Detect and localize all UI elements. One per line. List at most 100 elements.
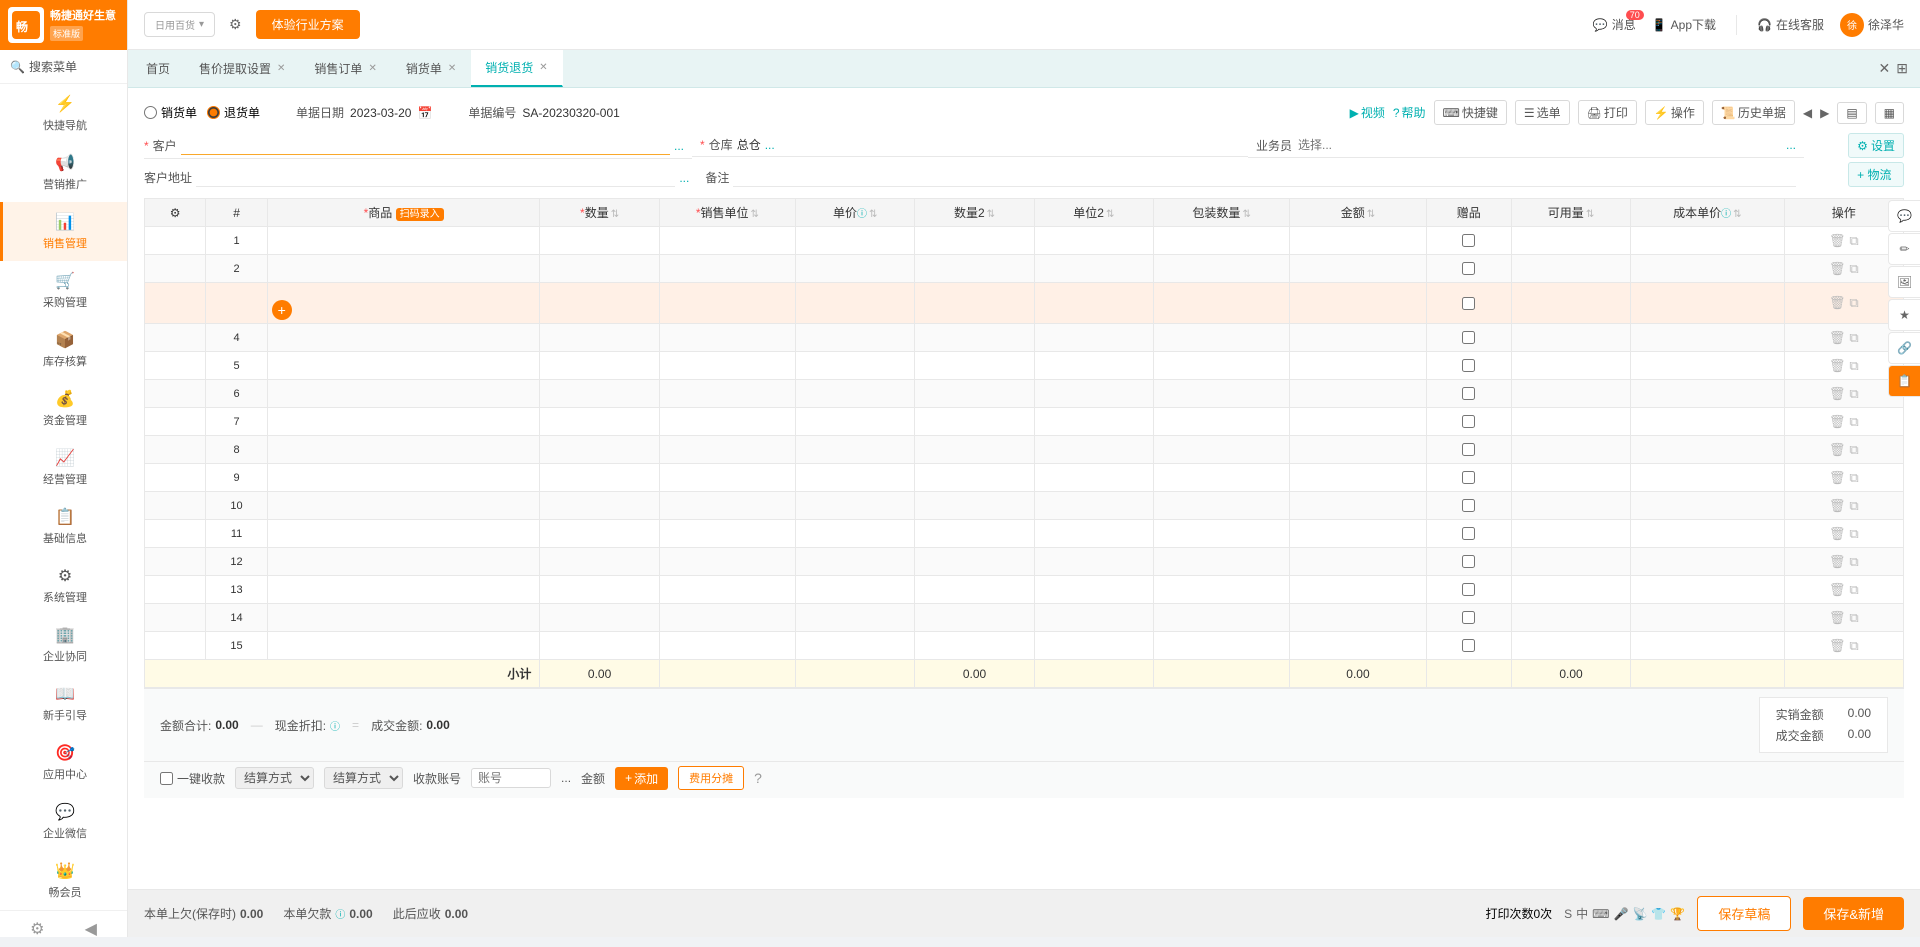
float-image-btn[interactable]: 🖼 bbox=[1888, 266, 1920, 298]
account-input[interactable] bbox=[471, 768, 551, 788]
row-amount-cell[interactable] bbox=[1290, 255, 1426, 283]
row-qty-cell[interactable] bbox=[540, 227, 659, 255]
row-avail-cell[interactable] bbox=[1511, 283, 1630, 324]
row-gift-cell[interactable] bbox=[1426, 436, 1511, 464]
row-price-cell[interactable] bbox=[796, 436, 915, 464]
row-pkg-cell[interactable] bbox=[1153, 520, 1289, 548]
row-unit2-cell[interactable] bbox=[1034, 492, 1153, 520]
row-qty-cell[interactable] bbox=[540, 604, 659, 632]
row-avail-cell[interactable] bbox=[1511, 520, 1630, 548]
video-btn[interactable]: ▶ 视频 bbox=[1350, 104, 1385, 121]
add-payment-btn[interactable]: + 添加 bbox=[615, 767, 668, 790]
row-qty-cell[interactable] bbox=[540, 492, 659, 520]
sidebar-item-basic[interactable]: 📋 基础信息 bbox=[0, 497, 127, 556]
row-qty2-cell[interactable] bbox=[915, 436, 1034, 464]
row-avail-cell[interactable] bbox=[1511, 324, 1630, 352]
row-amount-cell[interactable] bbox=[1290, 352, 1426, 380]
row-actions-cell[interactable]: 🗑 ⧉ bbox=[1784, 255, 1903, 283]
product-input[interactable] bbox=[272, 286, 536, 300]
row-avail-cell[interactable] bbox=[1511, 352, 1630, 380]
row-actions-cell[interactable]: 🗑 ⧉ bbox=[1784, 380, 1903, 408]
row-qty-cell[interactable] bbox=[540, 408, 659, 436]
tab-sale-order-close[interactable]: ✕ bbox=[368, 63, 376, 74]
row-gift-cell[interactable] bbox=[1426, 492, 1511, 520]
row-qty-cell[interactable] bbox=[540, 324, 659, 352]
row-qty-cell[interactable] bbox=[540, 255, 659, 283]
row-qty2-cell[interactable] bbox=[915, 520, 1034, 548]
fee-info-icon[interactable]: ? bbox=[754, 770, 762, 786]
row-pkg-cell[interactable] bbox=[1153, 604, 1289, 632]
row-actions-cell[interactable]: 🗑 ⧉ bbox=[1784, 632, 1903, 660]
row-product-cell[interactable] bbox=[267, 604, 540, 632]
address-dots[interactable]: ... bbox=[679, 171, 689, 185]
row-actions-cell[interactable]: 🗑 ⧉ bbox=[1784, 227, 1903, 255]
s-icon3[interactable]: ⌨ bbox=[1592, 907, 1609, 921]
row-unit2-cell[interactable] bbox=[1034, 408, 1153, 436]
gift-checkbox[interactable] bbox=[1462, 262, 1475, 275]
row-unit-cell[interactable] bbox=[659, 604, 795, 632]
row-cost-cell[interactable] bbox=[1631, 380, 1784, 408]
delete-row-icon[interactable]: 🗑 bbox=[1829, 330, 1846, 346]
row-unit-cell[interactable] bbox=[659, 632, 795, 660]
row-avail-cell[interactable] bbox=[1511, 408, 1630, 436]
gift-checkbox[interactable] bbox=[1462, 555, 1475, 568]
row-qty-cell[interactable] bbox=[540, 576, 659, 604]
row-amount-cell[interactable] bbox=[1290, 408, 1426, 436]
sidebar-search[interactable]: 🔍 搜索菜单 bbox=[0, 50, 127, 84]
copy-row-icon[interactable]: ⧉ bbox=[1849, 414, 1858, 430]
row-pkg-cell[interactable] bbox=[1153, 492, 1289, 520]
row-unit2-cell[interactable] bbox=[1034, 604, 1153, 632]
delete-row-icon[interactable]: 🗑 bbox=[1829, 358, 1846, 374]
row-product-cell[interactable] bbox=[267, 227, 540, 255]
user-profile[interactable]: 徐 徐泽华 bbox=[1840, 13, 1904, 37]
customer-input[interactable] bbox=[181, 136, 670, 155]
settings-bottom-icon[interactable]: ⚙ bbox=[30, 919, 44, 939]
delete-row-icon[interactable]: 🗑 bbox=[1829, 498, 1846, 514]
col-setting[interactable]: ⚙ bbox=[145, 199, 206, 227]
delete-row-icon[interactable]: 🗑 bbox=[1829, 526, 1846, 542]
sidebar-item-operations[interactable]: 📈 经营管理 bbox=[0, 438, 127, 497]
row-price-cell[interactable] bbox=[796, 255, 915, 283]
sidebar-item-system[interactable]: ⚙ 系统管理 bbox=[0, 556, 127, 615]
sidebar-item-inventory[interactable]: 📦 库存核算 bbox=[0, 320, 127, 379]
row-qty2-cell[interactable] bbox=[915, 548, 1034, 576]
row-product-cell[interactable] bbox=[267, 632, 540, 660]
sidebar-item-quicknav[interactable]: ⚡ 快捷导航 bbox=[0, 84, 127, 143]
row-cost-cell[interactable] bbox=[1631, 324, 1784, 352]
row-qty-cell[interactable] bbox=[540, 548, 659, 576]
row-pkg-cell[interactable] bbox=[1153, 464, 1289, 492]
row-unit-cell[interactable] bbox=[659, 380, 795, 408]
row-amount-cell[interactable] bbox=[1290, 464, 1426, 492]
copy-row-icon[interactable]: ⧉ bbox=[1849, 233, 1858, 249]
row-qty2-cell[interactable] bbox=[915, 576, 1034, 604]
row-unit-cell[interactable] bbox=[659, 464, 795, 492]
row-avail-cell[interactable] bbox=[1511, 380, 1630, 408]
row-cost-cell[interactable] bbox=[1631, 255, 1784, 283]
messages-btn[interactable]: 💬 消息 70 bbox=[1593, 16, 1636, 33]
sidebar-item-sales[interactable]: 📊 销售管理 bbox=[0, 202, 127, 261]
row-amount-cell[interactable] bbox=[1290, 548, 1426, 576]
float-chat-btn[interactable]: 💬 bbox=[1888, 200, 1920, 232]
settlement-select[interactable]: 结算方式 bbox=[235, 767, 314, 789]
row-price-cell[interactable] bbox=[796, 227, 915, 255]
shortcut-btn[interactable]: ⌨ 快捷键 bbox=[1434, 100, 1507, 125]
row-avail-cell[interactable] bbox=[1511, 464, 1630, 492]
address-input[interactable] bbox=[196, 168, 675, 187]
row-unit2-cell[interactable] bbox=[1034, 464, 1153, 492]
row-pkg-cell[interactable] bbox=[1153, 380, 1289, 408]
customer-dots[interactable]: ... bbox=[674, 139, 684, 153]
float-star-btn[interactable]: ★ bbox=[1888, 299, 1920, 331]
row-price-cell[interactable] bbox=[796, 492, 915, 520]
row-unit2-cell[interactable] bbox=[1034, 255, 1153, 283]
app-download-btn[interactable]: 📱 App下载 bbox=[1652, 16, 1716, 33]
remark-input[interactable] bbox=[733, 168, 1796, 187]
copy-row-icon[interactable]: ⧉ bbox=[1849, 498, 1858, 514]
row-pkg-cell[interactable] bbox=[1153, 352, 1289, 380]
copy-row-icon[interactable]: ⧉ bbox=[1849, 358, 1858, 374]
row-amount-cell[interactable] bbox=[1290, 576, 1426, 604]
row-product-cell[interactable] bbox=[267, 492, 540, 520]
select-btn[interactable]: ☰ 选单 bbox=[1515, 100, 1570, 125]
warehouse-dots[interactable]: ... bbox=[765, 138, 775, 152]
sidebar-item-wechat[interactable]: 💬 企业微信 bbox=[0, 792, 127, 851]
row-product-cell[interactable] bbox=[267, 436, 540, 464]
